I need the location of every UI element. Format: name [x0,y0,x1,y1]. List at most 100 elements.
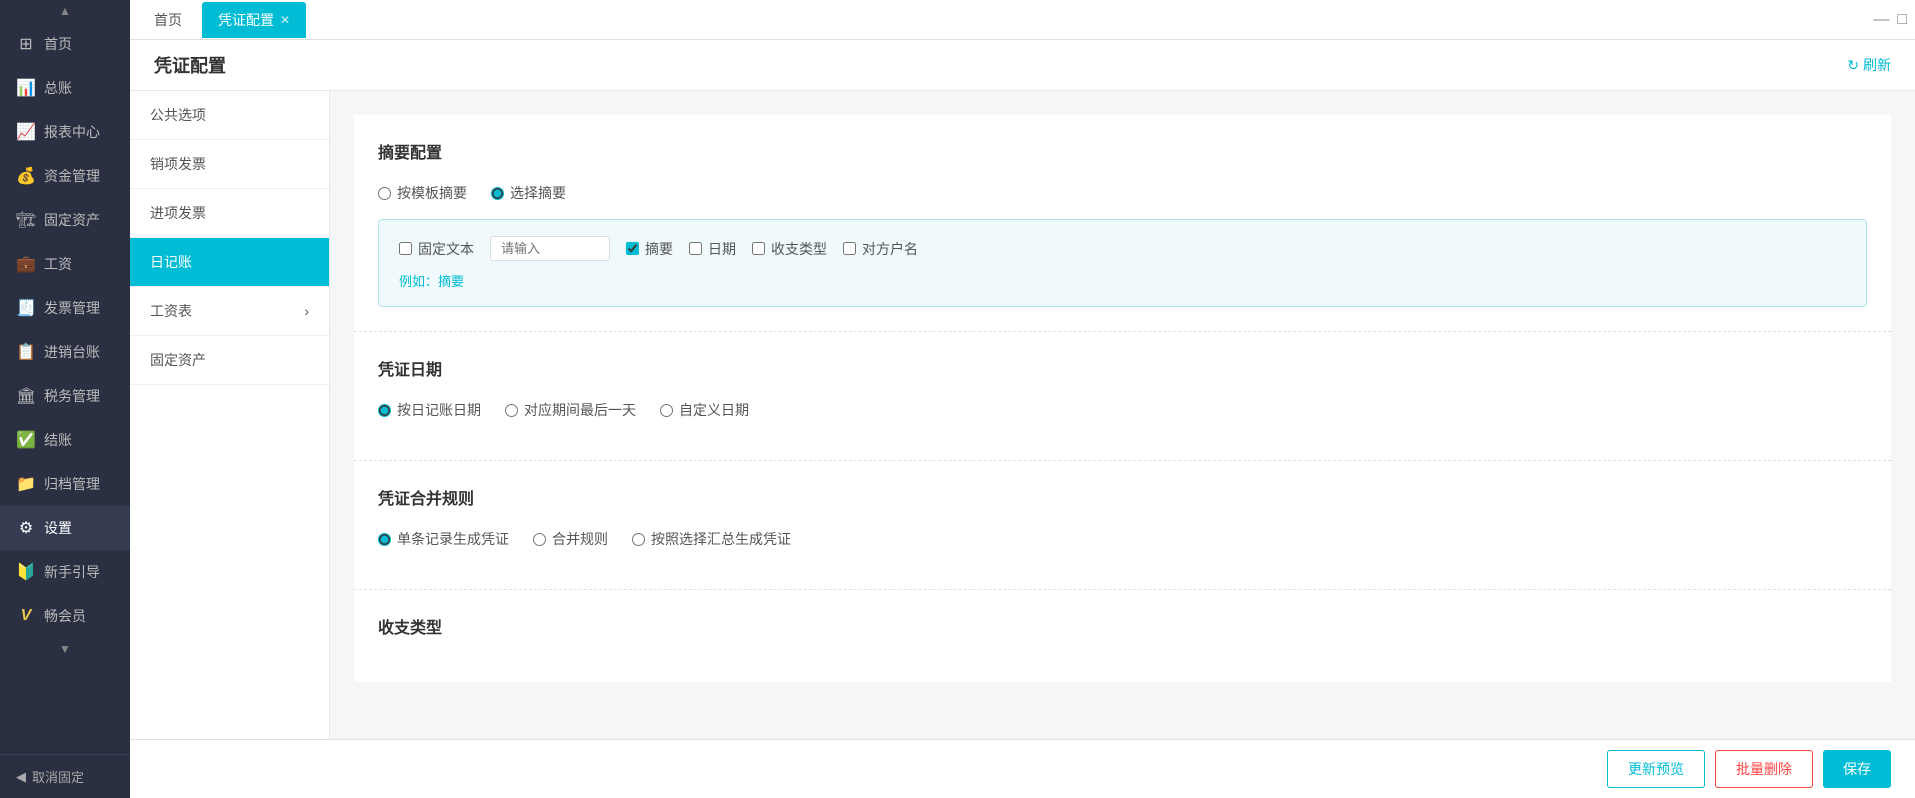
save-button[interactable]: 保存 [1823,750,1891,788]
archive-management-icon: 📁 [16,474,36,494]
sidebar-item-general-ledger[interactable]: 📊 总账 [0,66,130,110]
sidebar-item-fixed-assets-label: 固定资产 [44,210,100,230]
update-preview-button[interactable]: 更新预览 [1607,750,1705,788]
sidebar-item-fund-management[interactable]: 💰 资金管理 [0,154,130,198]
tab-bar: 首页 凭证配置 ✕ — □ [130,0,1915,40]
sidebar-item-home-label: 首页 [44,34,72,54]
tab-voucher-config-close[interactable]: ✕ [280,13,290,27]
checkbox-income-expense-type[interactable]: 收支类型 [752,239,827,259]
checkbox-date[interactable]: 日期 [689,239,736,259]
window-maximize-icon[interactable]: □ [1897,11,1907,29]
radio-generate-by-selection[interactable]: 按照选择汇总生成凭证 [632,529,791,549]
tab-home[interactable]: 首页 [138,2,198,38]
page-title: 凭证配置 [154,52,226,78]
checkbox-fixed-text[interactable]: 固定文本 [399,239,474,259]
sidebar-item-purchase-sales[interactable]: 📋 进销台账 [0,330,130,374]
radio-custom-date-label: 自定义日期 [679,400,749,420]
tab-voucher-config[interactable]: 凭证配置 ✕ [202,2,306,38]
nav-item-payroll-table[interactable]: 工资表 › [130,287,329,336]
fixed-text-input[interactable] [490,236,610,261]
radio-by-journal-date-input[interactable] [378,404,391,417]
checkbox-counterpart-name-label: 对方户名 [862,239,918,259]
sidebar-item-new-guide-label: 新手引导 [44,562,100,582]
sidebar-item-tax-management-label: 税务管理 [44,386,100,406]
radio-template-summary-input[interactable] [378,187,391,200]
sidebar-item-report-center[interactable]: 📈 报表中心 [0,110,130,154]
radio-merge-rules[interactable]: 合并规则 [533,529,608,549]
body-layout: 公共选项 销项发票 进项发票 日记账 工资表 › 固定资产 [130,91,1915,739]
refresh-button[interactable]: ↻ 刷新 [1847,55,1891,75]
checkbox-date-input[interactable] [689,242,702,255]
checkbox-fixed-text-label: 固定文本 [418,239,474,259]
summary-config-box: 固定文本 摘要 日期 [378,219,1867,307]
radio-by-journal-date-label: 按日记账日期 [397,400,481,420]
sidebar-item-invoice-management[interactable]: 🧾 发票管理 [0,286,130,330]
radio-generate-by-selection-input[interactable] [632,533,645,546]
payroll-icon: 💼 [16,254,36,274]
radio-custom-date[interactable]: 自定义日期 [660,400,749,420]
summary-section-title: 摘要配置 [378,139,1867,163]
sidebar-scroll-down[interactable]: ▼ [0,638,130,660]
radio-last-day-of-period[interactable]: 对应期间最后一天 [505,400,636,420]
radio-last-day-of-period-label: 对应期间最后一天 [524,400,636,420]
settlement-icon: ✅ [16,430,36,450]
window-minimize-icon[interactable]: — [1873,11,1889,29]
income-expense-type-section: 收支类型 [354,590,1891,682]
sidebar-item-premium[interactable]: V 畅会员 [0,594,130,638]
radio-single-record-label: 单条记录生成凭证 [397,529,509,549]
checkbox-fixed-text-input[interactable] [399,242,412,255]
radio-single-record-input[interactable] [378,533,391,546]
sidebar-item-payroll[interactable]: 💼 工资 [0,242,130,286]
nav-item-purchase-invoice[interactable]: 进项发票 [130,189,329,238]
invoice-management-icon: 🧾 [16,298,36,318]
radio-choose-summary-input[interactable] [491,187,504,200]
radio-choose-summary[interactable]: 选择摘要 [491,183,566,203]
general-ledger-icon: 📊 [16,78,36,98]
checkbox-summary-input[interactable] [626,242,639,255]
settings-icon: ⚙ [16,518,36,538]
sidebar-item-tax-management[interactable]: 🏛 税务管理 [0,374,130,418]
sidebar-item-premium-label: 畅会员 [44,606,86,626]
checkbox-income-expense-type-input[interactable] [752,242,765,255]
voucher-date-section-title: 凭证日期 [378,356,1867,380]
radio-template-summary[interactable]: 按模板摘要 [378,183,467,203]
checkbox-summary[interactable]: 摘要 [626,239,673,259]
sidebar: ▲ ⊞ 首页 📊 总账 📈 报表中心 💰 资金管理 🏗 固定资产 💼 工资 🧾 … [0,0,130,798]
radio-custom-date-input[interactable] [660,404,673,417]
income-expense-type-title: 收支类型 [378,614,1867,638]
sidebar-footer-label: 取消固定 [32,767,84,786]
nav-item-fixed-assets-nav[interactable]: 固定资产 [130,336,329,385]
radio-merge-rules-input[interactable] [533,533,546,546]
payroll-table-arrow-icon: › [304,303,309,319]
radio-generate-by-selection-label: 按照选择汇总生成凭证 [651,529,791,549]
summary-example-text: 例如：摘要 [399,271,1846,290]
merge-rules-radio-group: 单条记录生成凭证 合并规则 按照选择汇总生成凭证 [378,529,1867,549]
radio-last-day-of-period-input[interactable] [505,404,518,417]
checkbox-counterpart-name[interactable]: 对方户名 [843,239,918,259]
sidebar-item-home[interactable]: ⊞ 首页 [0,22,130,66]
sidebar-item-fixed-assets[interactable]: 🏗 固定资产 [0,198,130,242]
summary-radio-group: 按模板摘要 选择摘要 [378,183,1867,203]
sidebar-item-new-guide[interactable]: 🔰 新手引导 [0,550,130,594]
refresh-label: 刷新 [1863,55,1891,75]
sidebar-unpin[interactable]: ◀ 取消固定 [0,754,130,798]
voucher-date-radio-group: 按日记账日期 对应期间最后一天 自定义日期 [378,400,1867,420]
radio-choose-summary-label: 选择摘要 [510,183,566,203]
radio-merge-rules-label: 合并规则 [552,529,608,549]
nav-item-journal[interactable]: 日记账 [130,238,329,287]
radio-single-record[interactable]: 单条记录生成凭证 [378,529,509,549]
sidebar-item-settings[interactable]: ⚙ 设置 [0,506,130,550]
sidebar-item-settlement[interactable]: ✅ 结账 [0,418,130,462]
sidebar-scroll-up[interactable]: ▲ [0,0,130,22]
nav-item-public-options[interactable]: 公共选项 [130,91,329,140]
sidebar-item-archive-management[interactable]: 📁 归档管理 [0,462,130,506]
voucher-date-section: 凭证日期 按日记账日期 对应期间最后一天 自定义日期 [354,332,1891,461]
summary-checkboxes-row: 固定文本 摘要 日期 [399,236,1846,261]
nav-item-sales-invoice[interactable]: 销项发票 [130,140,329,189]
radio-by-journal-date[interactable]: 按日记账日期 [378,400,481,420]
summary-section: 摘要配置 按模板摘要 选择摘要 [354,115,1891,332]
batch-delete-button[interactable]: 批量删除 [1715,750,1813,788]
checkbox-counterpart-name-input[interactable] [843,242,856,255]
sidebar-item-archive-management-label: 归档管理 [44,474,100,494]
content-area: 凭证配置 ↻ 刷新 公共选项 销项发票 进项发票 日记账 [130,40,1915,798]
